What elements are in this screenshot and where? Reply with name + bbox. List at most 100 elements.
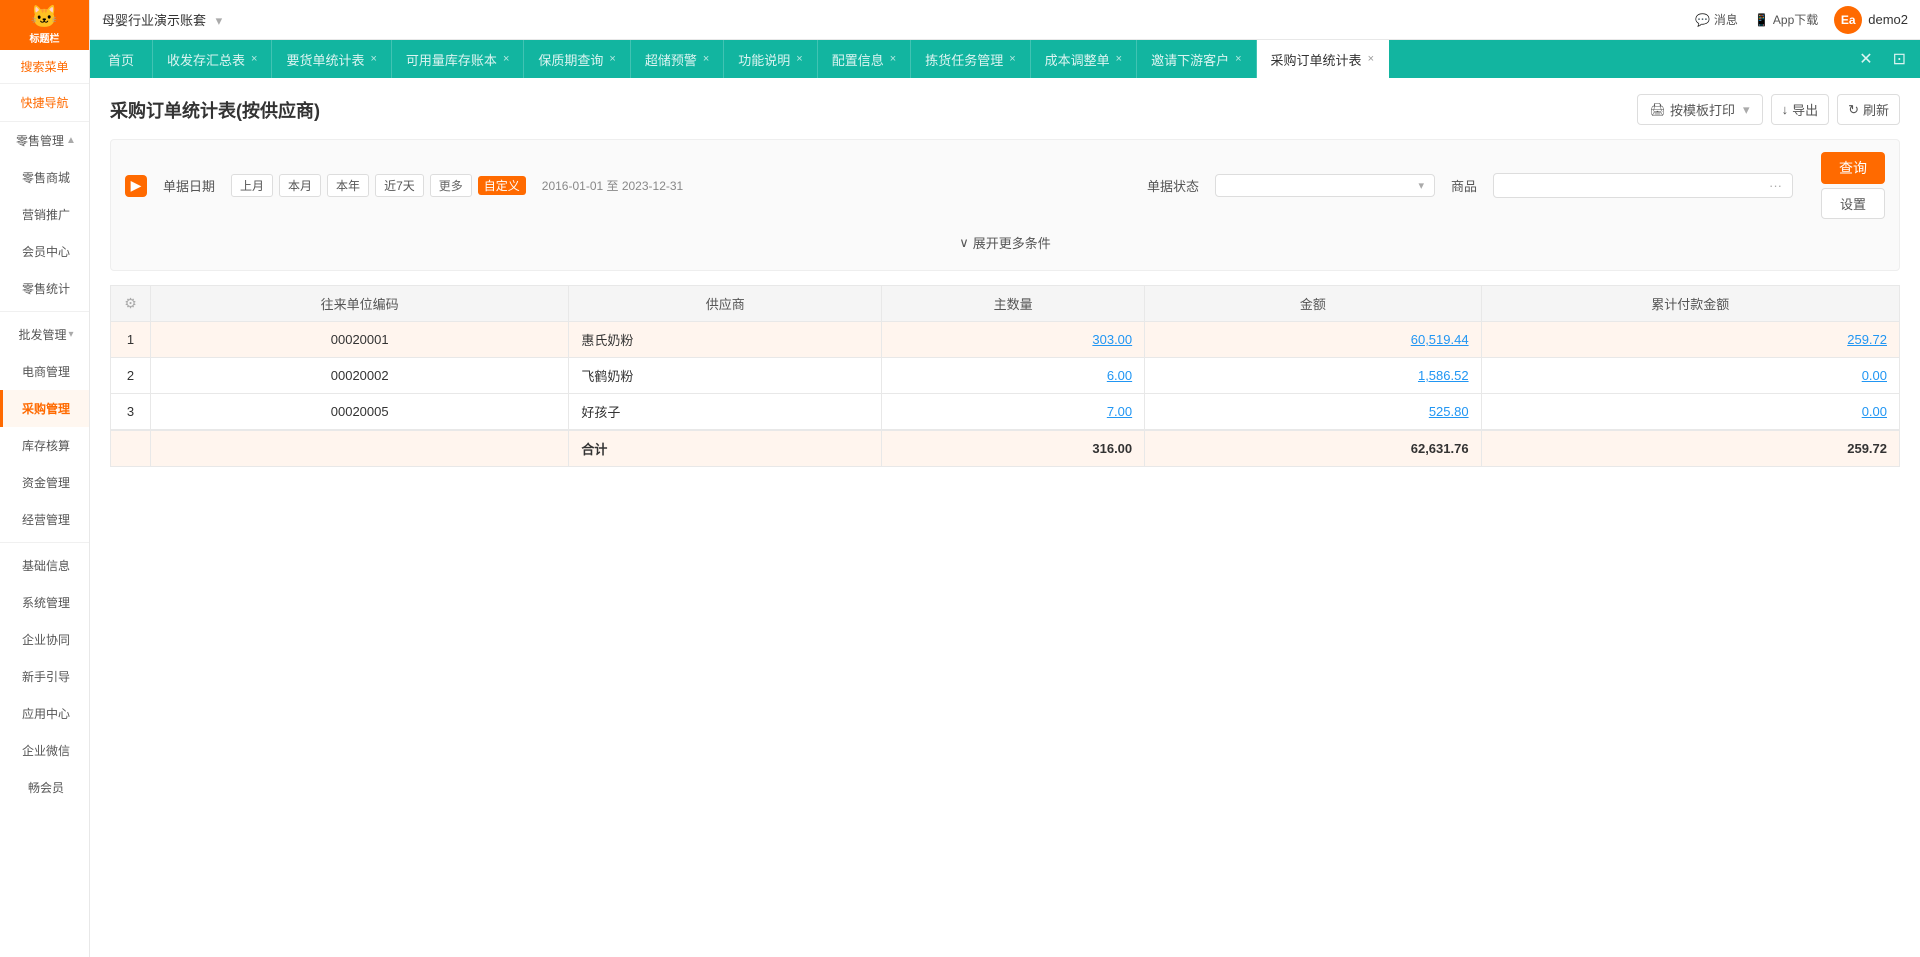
- status-filter-label: 单据状态: [1147, 176, 1199, 195]
- tab-available-inventory[interactable]: 可用量库存账本 ×: [392, 40, 524, 78]
- tab-close-all-icon[interactable]: ✕: [1853, 47, 1878, 71]
- tab-overstock-warning[interactable]: 超储预警 ×: [631, 40, 724, 78]
- print-icon: 🖨: [1650, 102, 1667, 118]
- app-download-button[interactable]: 📱 App下载: [1754, 11, 1818, 28]
- sidebar-item-inventory[interactable]: 库存核算: [0, 427, 89, 464]
- print-button[interactable]: 🖨 按模板打印 ▾: [1637, 94, 1763, 125]
- tab-close-purchase-order-stats[interactable]: ×: [1368, 53, 1374, 65]
- row-paid-1[interactable]: 0.00: [1481, 358, 1899, 394]
- sidebar-item-ecommerce[interactable]: 电商管理: [0, 353, 89, 390]
- tab-close-available-inventory[interactable]: ×: [503, 53, 509, 65]
- date-custom-badge[interactable]: 自定义: [478, 176, 526, 195]
- sidebar-item-new-guide[interactable]: 新手引导: [0, 658, 89, 695]
- topbar-dropdown-icon[interactable]: ▾: [216, 13, 223, 28]
- tab-close-invite-downstream[interactable]: ×: [1235, 53, 1241, 65]
- row-amount-1[interactable]: 1,586.52: [1145, 358, 1481, 394]
- row-qty-0[interactable]: 303.00: [882, 322, 1145, 358]
- tabbar: 首页 收发存汇总表 × 要货单统计表 × 可用量库存账本 × 保质期查询 × 超…: [90, 40, 1920, 78]
- footer-label: 合计: [569, 430, 882, 467]
- tab-maximize-icon[interactable]: ⊡: [1887, 47, 1912, 71]
- th-paid: 累计付款金额: [1481, 286, 1899, 322]
- row-qty-2[interactable]: 7.00: [882, 394, 1145, 431]
- user-profile[interactable]: Ea demo2: [1834, 6, 1908, 34]
- sidebar-item-app-center[interactable]: 应用中心: [0, 695, 89, 732]
- tab-cost-adjust[interactable]: 成本调整单 ×: [1031, 40, 1137, 78]
- more-options-icon[interactable]: ···: [1769, 178, 1782, 193]
- goods-input[interactable]: ···: [1493, 173, 1793, 198]
- date-this-month-btn[interactable]: 本月: [279, 174, 321, 197]
- sidebar-item-enterprise-wechat[interactable]: 企业微信: [0, 732, 89, 769]
- date-more-btn[interactable]: 更多: [430, 174, 472, 197]
- settings-button[interactable]: 设置: [1821, 188, 1885, 219]
- tab-expiry-query[interactable]: 保质期查询 ×: [524, 40, 630, 78]
- date-quick-buttons: 上月 本月 本年 近7天 更多 自定义: [231, 174, 526, 197]
- row-amount-0[interactable]: 60,519.44: [1145, 322, 1481, 358]
- row-paid-0[interactable]: 259.72: [1481, 322, 1899, 358]
- tab-function-desc[interactable]: 功能说明 ×: [724, 40, 817, 78]
- tab-close-picking-task[interactable]: ×: [1009, 53, 1015, 65]
- sidebar-item-basic-info[interactable]: 基础信息: [0, 547, 89, 584]
- tab-receive-summary[interactable]: 收发存汇总表 ×: [153, 40, 272, 78]
- page-inner: 采购订单统计表(按供应商) 🖨 按模板打印 ▾ ↓ 导出 ↻ 刷新: [90, 78, 1920, 957]
- sidebar-item-system[interactable]: 系统管理: [0, 584, 89, 621]
- row-amount-2[interactable]: 525.80: [1145, 394, 1481, 431]
- filter-toggle-button[interactable]: ▶: [125, 175, 147, 197]
- tab-picking-task[interactable]: 拣货任务管理 ×: [911, 40, 1030, 78]
- row-paid-2[interactable]: 0.00: [1481, 394, 1899, 431]
- row-qty-1[interactable]: 6.00: [882, 358, 1145, 394]
- date-range-display: 2016-01-01 至 2023-12-31: [542, 177, 683, 194]
- row-code-0: 00020001: [151, 322, 569, 358]
- sidebar-item-wholesale-mgmt[interactable]: 批发管理 ▾: [0, 316, 89, 353]
- tab-close-function-desc[interactable]: ×: [796, 53, 802, 65]
- tab-purchase-order-stats[interactable]: 采购订单统计表 ×: [1257, 40, 1389, 78]
- tab-close-receive-summary[interactable]: ×: [251, 53, 257, 65]
- expand-icon: ∨: [959, 235, 969, 251]
- tab-close-order-stats[interactable]: ×: [370, 53, 376, 65]
- date-filter-label: 单据日期: [163, 176, 215, 195]
- date-last-7days-btn[interactable]: 近7天: [375, 174, 424, 197]
- table-footer-row: 合计 316.00 62,631.76 259.72: [111, 430, 1900, 467]
- topbar-right: 💬 消息 📱 App下载 Ea demo2: [1695, 6, 1908, 34]
- th-code: 往来单位编码: [151, 286, 569, 322]
- tab-order-stats[interactable]: 要货单统计表 ×: [272, 40, 391, 78]
- sidebar-item-vip[interactable]: 畅会员: [0, 769, 89, 806]
- sidebar-item-enterprise[interactable]: 企业协同: [0, 621, 89, 658]
- sidebar-item-member[interactable]: 会员中心: [0, 233, 89, 270]
- search-menu-label[interactable]: 搜索菜单: [6, 58, 83, 75]
- tab-home[interactable]: 首页: [90, 40, 153, 78]
- tab-close-expiry-query[interactable]: ×: [609, 53, 615, 65]
- row-no-2: 3: [111, 394, 151, 431]
- message-label: 消息: [1714, 11, 1738, 28]
- sidebar-item-retail-mgmt[interactable]: 零售管理 ▲: [0, 122, 89, 159]
- expand-more-button[interactable]: ∨ 展开更多条件: [125, 227, 1885, 258]
- th-qty: 主数量: [882, 286, 1145, 322]
- print-dropdown-icon[interactable]: ▾: [1743, 102, 1750, 118]
- chevron-down-icon-2: ▾: [68, 329, 73, 340]
- footer-empty-2: [151, 430, 569, 467]
- date-last-month-btn[interactable]: 上月: [231, 174, 273, 197]
- tab-close-config-info[interactable]: ×: [890, 53, 896, 65]
- sidebar-item-retail-shop[interactable]: 零售商城: [0, 159, 89, 196]
- status-select[interactable]: ▾: [1215, 174, 1435, 197]
- row-no-0: 1: [111, 322, 151, 358]
- query-button[interactable]: 查询: [1821, 152, 1885, 184]
- row-code-2: 00020005: [151, 394, 569, 431]
- date-this-year-btn[interactable]: 本年: [327, 174, 369, 197]
- expand-label: 展开更多条件: [973, 233, 1051, 252]
- app-logo: 🐱 标题栏: [0, 0, 89, 50]
- message-button[interactable]: 💬 消息: [1695, 11, 1738, 28]
- sidebar-item-retail-stats[interactable]: 零售统计: [0, 270, 89, 307]
- app-download-icon: 📱: [1754, 13, 1769, 27]
- tab-close-cost-adjust[interactable]: ×: [1116, 53, 1122, 65]
- tab-invite-downstream[interactable]: 邀请下游客户 ×: [1137, 40, 1256, 78]
- sidebar-item-purchase-mgmt[interactable]: 采购管理: [0, 390, 89, 427]
- sidebar-item-finance[interactable]: 资金管理: [0, 464, 89, 501]
- sidebar-item-operations[interactable]: 经营管理: [0, 501, 89, 538]
- tab-close-overstock-warning[interactable]: ×: [703, 53, 709, 65]
- tab-config-info[interactable]: 配置信息 ×: [818, 40, 911, 78]
- table-settings-icon[interactable]: ⚙: [124, 295, 137, 311]
- export-button[interactable]: ↓ 导出: [1771, 94, 1830, 125]
- sidebar-item-marketing[interactable]: 营销推广: [0, 196, 89, 233]
- refresh-button[interactable]: ↻ 刷新: [1837, 94, 1900, 125]
- search-menu-area[interactable]: 搜索菜单: [0, 50, 89, 84]
